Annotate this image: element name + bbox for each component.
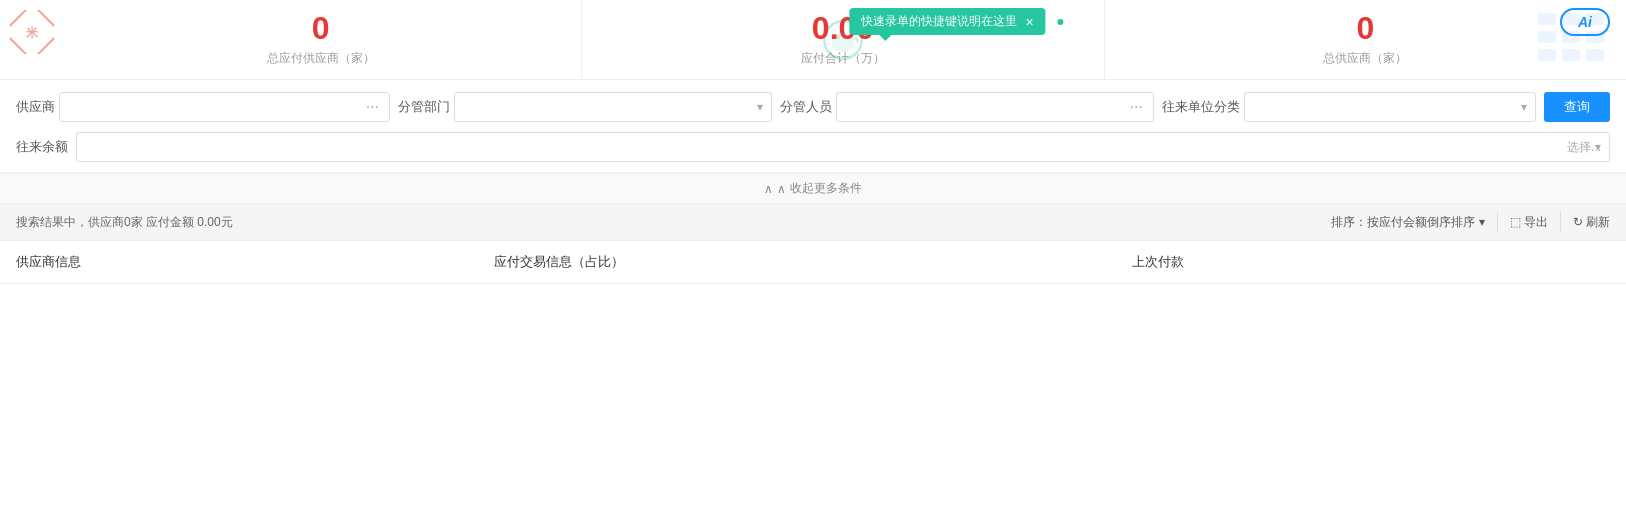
unit-category-filter: 往来单位分类 ▾: [1162, 92, 1536, 122]
stat-label-payable-total: 应付合计（万）: [801, 50, 885, 67]
balance-select[interactable]: [85, 140, 1601, 155]
filter-row-1: 供应商 ··· 分管部门 ▾ 分管人员 ···: [16, 92, 1610, 122]
divider-2: [1560, 212, 1561, 232]
tooltip-close-icon[interactable]: ×: [1025, 15, 1033, 29]
stat-number-payable-suppliers: 0: [312, 12, 330, 44]
sort-label: 排序：按应付会额倒序排序: [1331, 214, 1475, 231]
stat-label-payable-suppliers: 总应付供应商（家）: [267, 50, 375, 67]
supplier-filter: 供应商 ···: [16, 92, 390, 122]
result-info: 搜索结果中，供应商0家 应付金额 0.00元: [16, 214, 233, 231]
department-select[interactable]: [463, 100, 763, 115]
result-bar: 搜索结果中，供应商0家 应付金额 0.00元 排序：按应付会额倒序排序 ▾ ⬚ …: [0, 204, 1626, 241]
refresh-icon: ↻: [1573, 215, 1583, 229]
svg-rect-8: [1538, 31, 1556, 43]
unit-category-select-wrap[interactable]: ▾: [1244, 92, 1536, 122]
supplier-input[interactable]: [68, 100, 364, 115]
export-icon: ⬚: [1510, 215, 1521, 229]
stat-total-suppliers: 0 总供应商（家） Ai: [1105, 0, 1626, 79]
person-input-wrap[interactable]: ···: [836, 92, 1154, 122]
ai-badge[interactable]: Ai: [1560, 8, 1610, 36]
sort-control[interactable]: 排序：按应付会额倒序排序 ▾: [1331, 214, 1485, 231]
stats-bar: 米 0 总应付供应商（家） 0.00 应付合计（万） 快速录单的快捷键说明在这里…: [0, 0, 1626, 80]
balance-chevron-icon: ▾: [1595, 140, 1601, 154]
stat-total-payable-suppliers: 0 总应付供应商（家）: [0, 0, 582, 79]
collapse-up-icon: ∧ ∧: [764, 182, 785, 196]
person-input[interactable]: [845, 100, 1128, 115]
stat-payable-total: 0.00 应付合计（万） 快速录单的快捷键说明在这里 ×: [582, 0, 1104, 79]
department-select-wrap[interactable]: ▾: [454, 92, 772, 122]
balance-select-wrap[interactable]: 选择... ▾: [76, 132, 1610, 162]
tooltip-bubble: 快速录单的快捷键说明在这里 ×: [849, 8, 1045, 35]
table-header: 供应商信息 应付交易信息（占比） 上次付款: [0, 241, 1626, 284]
collapse-bar: ∧ ∧ 收起更多条件: [0, 173, 1626, 204]
unit-category-chevron-icon: ▾: [1521, 100, 1527, 114]
balance-label: 往来余额: [16, 138, 68, 156]
refresh-label: 刷新: [1586, 214, 1610, 231]
table-body: [0, 284, 1626, 484]
query-button[interactable]: 查询: [1544, 92, 1610, 122]
department-chevron-icon: ▾: [757, 100, 763, 114]
export-button[interactable]: ⬚ 导出: [1510, 214, 1548, 231]
table-col-last-payment: 上次付款: [1132, 253, 1610, 271]
supplier-input-wrap[interactable]: ···: [59, 92, 390, 122]
tooltip-dot: [1056, 17, 1066, 27]
svg-rect-12: [1562, 49, 1580, 61]
supplier-label: 供应商: [16, 98, 55, 116]
collapse-button[interactable]: ∧ ∧ 收起更多条件: [764, 180, 861, 197]
svg-rect-5: [1538, 13, 1556, 25]
supplier-dots[interactable]: ···: [364, 98, 381, 116]
svg-rect-11: [1538, 49, 1556, 61]
collapse-label: 收起更多条件: [790, 180, 862, 197]
person-label: 分管人员: [780, 98, 832, 116]
unit-category-label: 往来单位分类: [1162, 98, 1240, 116]
table-col-transaction-info: 应付交易信息（占比）: [494, 253, 1132, 271]
filter-row-2: 往来余额 选择... ▾: [16, 132, 1610, 162]
stat-label-total-suppliers: 总供应商（家）: [1323, 50, 1407, 67]
filter-bar: 供应商 ··· 分管部门 ▾ 分管人员 ···: [0, 80, 1626, 173]
svg-rect-13: [1586, 49, 1604, 61]
stat-number-total-suppliers: 0: [1356, 12, 1374, 44]
sort-chevron-icon: ▾: [1479, 215, 1485, 229]
table-col-supplier-info: 供应商信息: [16, 253, 494, 271]
department-label: 分管部门: [398, 98, 450, 116]
refresh-button[interactable]: ↻ 刷新: [1573, 214, 1610, 231]
person-dots[interactable]: ···: [1128, 98, 1145, 116]
department-filter: 分管部门 ▾: [398, 92, 772, 122]
person-filter: 分管人员 ···: [780, 92, 1154, 122]
tooltip-text: 快速录单的快捷键说明在这里: [861, 13, 1017, 30]
unit-category-select[interactable]: [1253, 100, 1527, 115]
divider: [1497, 212, 1498, 232]
export-label: 导出: [1524, 214, 1548, 231]
result-actions: 排序：按应付会额倒序排序 ▾ ⬚ 导出 ↻ 刷新: [1331, 212, 1610, 232]
